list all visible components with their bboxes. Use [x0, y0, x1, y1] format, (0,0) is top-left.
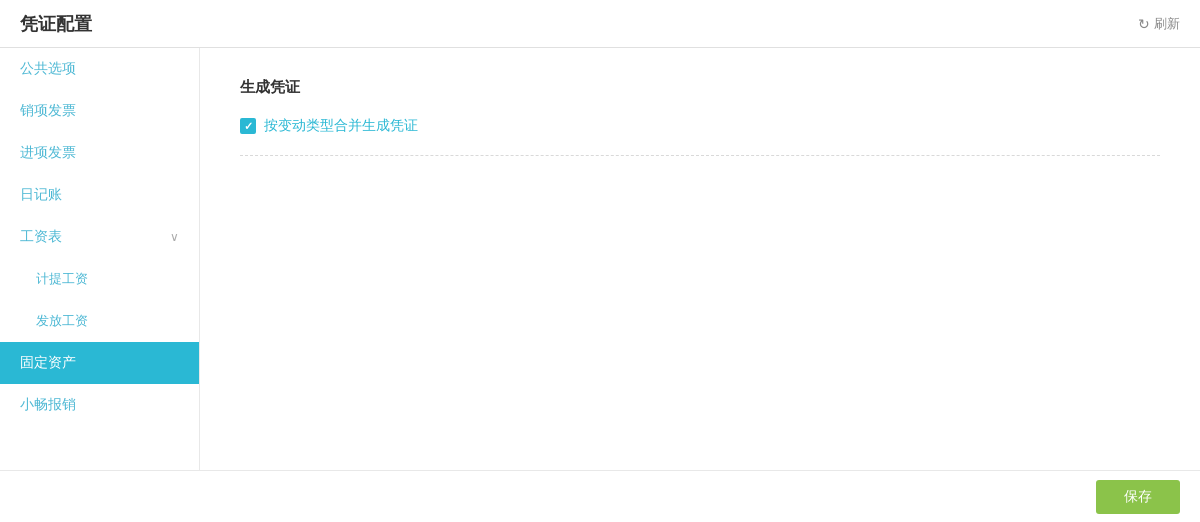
sidebar-item-label: 日记账 — [20, 186, 62, 204]
checkbox-label: 按变动类型合并生成凭证 — [264, 117, 418, 135]
footer: 保存 — [0, 470, 1200, 522]
chevron-down-icon: ∨ — [170, 230, 179, 244]
sidebar-item-label: 发放工资 — [36, 312, 88, 330]
refresh-icon: ↻ — [1138, 16, 1150, 32]
content-area: 生成凭证 按变动类型合并生成凭证 — [200, 48, 1200, 470]
sidebar-item-purchase-invoice[interactable]: 进项发票 — [0, 132, 199, 174]
sidebar-item-payroll-commission[interactable]: 计提工资 — [0, 258, 199, 300]
sidebar-item-label: 小畅报销 — [20, 396, 76, 414]
save-button[interactable]: 保存 — [1096, 480, 1180, 514]
page-title: 凭证配置 — [20, 12, 92, 36]
sidebar-item-label: 计提工资 — [36, 270, 88, 288]
sidebar-item-payroll-sheet[interactable]: 工资表 ∨ — [0, 216, 199, 258]
sidebar-item-label: 固定资产 — [20, 354, 76, 372]
main-container: 公共选项销项发票进项发票日记账工资表 ∨ 计提工资发放工资固定资产小畅报销 生成凭证… — [0, 48, 1200, 470]
section-title: 生成凭证 — [240, 78, 1160, 97]
sidebar-item-label: 进项发票 — [20, 144, 76, 162]
sidebar-item-label: 销项发票 — [20, 102, 76, 120]
sidebar-item-petty-expense[interactable]: 小畅报销 — [0, 384, 199, 426]
sidebar-item-label: 工资表 — [20, 228, 62, 246]
sidebar-item-sales-invoice[interactable]: 销项发票 — [0, 90, 199, 132]
sidebar-item-fixed-assets[interactable]: 固定资产 — [0, 342, 199, 384]
divider — [240, 155, 1160, 156]
checkbox-row: 按变动类型合并生成凭证 — [240, 117, 1160, 135]
merge-checkbox[interactable] — [240, 118, 256, 134]
sidebar-item-label: 公共选项 — [20, 60, 76, 78]
sidebar-item-journal[interactable]: 日记账 — [0, 174, 199, 216]
header: 凭证配置 ↻ 刷新 — [0, 0, 1200, 48]
sidebar-item-payroll-distribution[interactable]: 发放工资 — [0, 300, 199, 342]
sidebar: 公共选项销项发票进项发票日记账工资表 ∨ 计提工资发放工资固定资产小畅报销 — [0, 48, 200, 470]
sidebar-item-public-options[interactable]: 公共选项 — [0, 48, 199, 90]
refresh-button[interactable]: ↻ 刷新 — [1138, 15, 1180, 33]
refresh-label: 刷新 — [1154, 15, 1180, 33]
